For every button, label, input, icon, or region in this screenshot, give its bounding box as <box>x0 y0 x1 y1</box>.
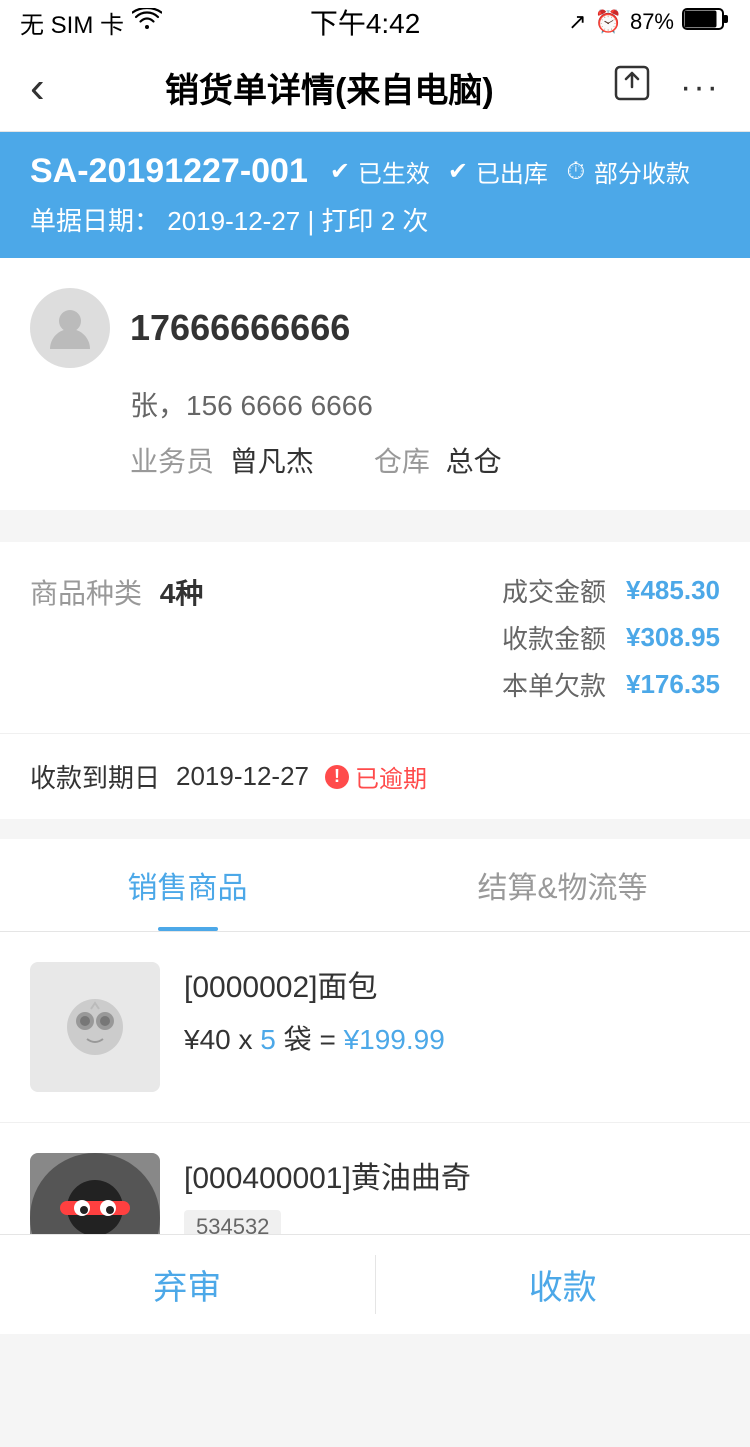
product-multiply-1: x <box>239 1024 261 1055</box>
product-name-1: [0000002]面包 <box>184 962 720 1006</box>
order-header: SA-20191227-001 ✔ ✔ 已生效 已生效 ✔ 已出库 ⏱ 部分收款… <box>0 132 750 258</box>
overdue-icon: ! <box>325 765 349 789</box>
order-date-row: 单据日期： 2019-12-27 | 打印 2 次 <box>30 201 720 238</box>
badge-shipped: ✔ 已出库 <box>446 154 548 189</box>
share-icon[interactable] <box>614 65 650 110</box>
order-badges: ✔ ✔ 已生效 已生效 ✔ 已出库 ⏱ 部分收款 <box>328 154 690 189</box>
order-id: SA-20191227-001 <box>30 152 308 191</box>
due-date-value: 2019-12-27 <box>176 761 309 792</box>
deal-row: 成交金额 ¥485.30 <box>502 572 720 609</box>
product-equals-1: = <box>319 1024 343 1055</box>
more-icon[interactable]: ··· <box>680 68 720 107</box>
overdue-badge: ! 已逾期 <box>325 759 427 794</box>
nav-bar: ‹ 销货单详情(来自电脑) ··· <box>0 44 750 132</box>
receipt-label: 收款金额 <box>502 619 606 656</box>
carrier-text: 无 SIM 卡 <box>20 5 124 40</box>
product-name-2: [000400001]黄油曲奇 <box>184 1153 720 1197</box>
sales-value: 曾凡杰 <box>230 446 314 477</box>
receipt-value: ¥308.95 <box>626 622 720 653</box>
warehouse-value: 总仓 <box>446 446 502 477</box>
product-qty-1: 5 <box>260 1024 276 1055</box>
alarm-icon: ⏰ <box>595 9 622 35</box>
bottom-spacer <box>0 1327 750 1447</box>
battery-icon <box>682 6 730 38</box>
debt-row: 本单欠款 ¥176.35 <box>502 666 720 703</box>
back-button[interactable]: ‹ <box>30 63 45 113</box>
customer-contact: 张，156 6666 6666 <box>130 384 720 424</box>
badge-partial-payment: ⏱ 部分收款 <box>564 154 690 189</box>
sales-label: 业务员 <box>130 446 214 477</box>
product-info-1: [0000002]面包 ¥40 x 5 袋 = ¥199.99 <box>184 962 720 1058</box>
warehouse-label: 仓库 <box>374 446 430 477</box>
customer-meta: 业务员 曾凡杰 仓库 总仓 <box>130 440 720 480</box>
product-unit-1: 袋 <box>284 1024 312 1055</box>
check-icon-2: ✔ <box>446 160 470 184</box>
order-print-unit: 次 <box>402 206 428 236</box>
deal-value: ¥485.30 <box>626 575 720 606</box>
overdue-text: 已逾期 <box>355 759 427 794</box>
customer-username: 17666666666 <box>130 307 350 349</box>
bottom-bar: 弃审 收款 <box>0 1234 750 1334</box>
cancel-review-button[interactable]: 弃审 <box>0 1235 375 1334</box>
status-bar-right: ↗ ⏰ 87% <box>568 6 730 38</box>
wifi-icon <box>132 8 162 37</box>
due-date-label: 收款到期日 <box>30 758 160 795</box>
location-icon: ↗ <box>568 9 586 35</box>
deal-label: 成交金额 <box>502 572 606 609</box>
badge-effective: ✔ ✔ 已生效 已生效 <box>328 154 430 189</box>
order-print-count: 2 <box>381 206 395 236</box>
status-bar: 无 SIM 卡 下午4:42 ↗ ⏰ 87% <box>0 0 750 44</box>
tab-sales-products[interactable]: 销售商品 <box>0 839 375 931</box>
status-bar-time: 下午4:42 <box>310 2 421 42</box>
status-bar-left: 无 SIM 卡 <box>20 5 162 40</box>
battery-text: 87% <box>630 9 674 35</box>
product-price-1: ¥40 <box>184 1024 231 1055</box>
divider-2 <box>0 819 750 839</box>
order-date-value: 2019-12-27 <box>167 206 300 236</box>
divider-1 <box>0 526 750 542</box>
page-title: 销货单详情(来自电脑) <box>165 63 494 112</box>
product-item: [0000002]面包 ¥40 x 5 袋 = ¥199.99 <box>0 932 750 1123</box>
due-section: 收款到期日 2019-12-27 ! 已逾期 <box>0 733 750 819</box>
clock-icon: ⏱ <box>564 160 588 184</box>
kind-label: 商品种类 <box>30 578 142 609</box>
customer-section: 17666666666 张，156 6666 6666 业务员 曾凡杰 仓库 总… <box>0 258 750 510</box>
order-print-label: | 打印 <box>307 206 380 236</box>
order-date-label: 单据日期： <box>30 206 160 236</box>
stats-section: 商品种类 4种 成交金额 ¥485.30 收款金额 ¥308.95 本单欠款 ¥… <box>0 542 750 733</box>
product-price-row-1: ¥40 x 5 袋 = ¥199.99 <box>184 1018 720 1058</box>
stats-right: 成交金额 ¥485.30 收款金额 ¥308.95 本单欠款 ¥176.35 <box>502 572 720 703</box>
debt-label: 本单欠款 <box>502 666 606 703</box>
avatar <box>30 288 110 368</box>
collect-payment-button[interactable]: 收款 <box>376 1235 750 1334</box>
product-thumb-1 <box>30 962 160 1092</box>
check-icon-1: ✔ <box>328 160 352 184</box>
nav-icons: ··· <box>614 65 720 110</box>
product-total-1: ¥199.99 <box>344 1024 445 1055</box>
receipt-row: 收款金额 ¥308.95 <box>502 619 720 656</box>
tab-settlement[interactable]: 结算&物流等 <box>375 839 750 931</box>
kind-value: 4种 <box>160 578 204 609</box>
debt-value: ¥176.35 <box>626 669 720 700</box>
tabs: 销售商品 结算&物流等 <box>0 839 750 932</box>
